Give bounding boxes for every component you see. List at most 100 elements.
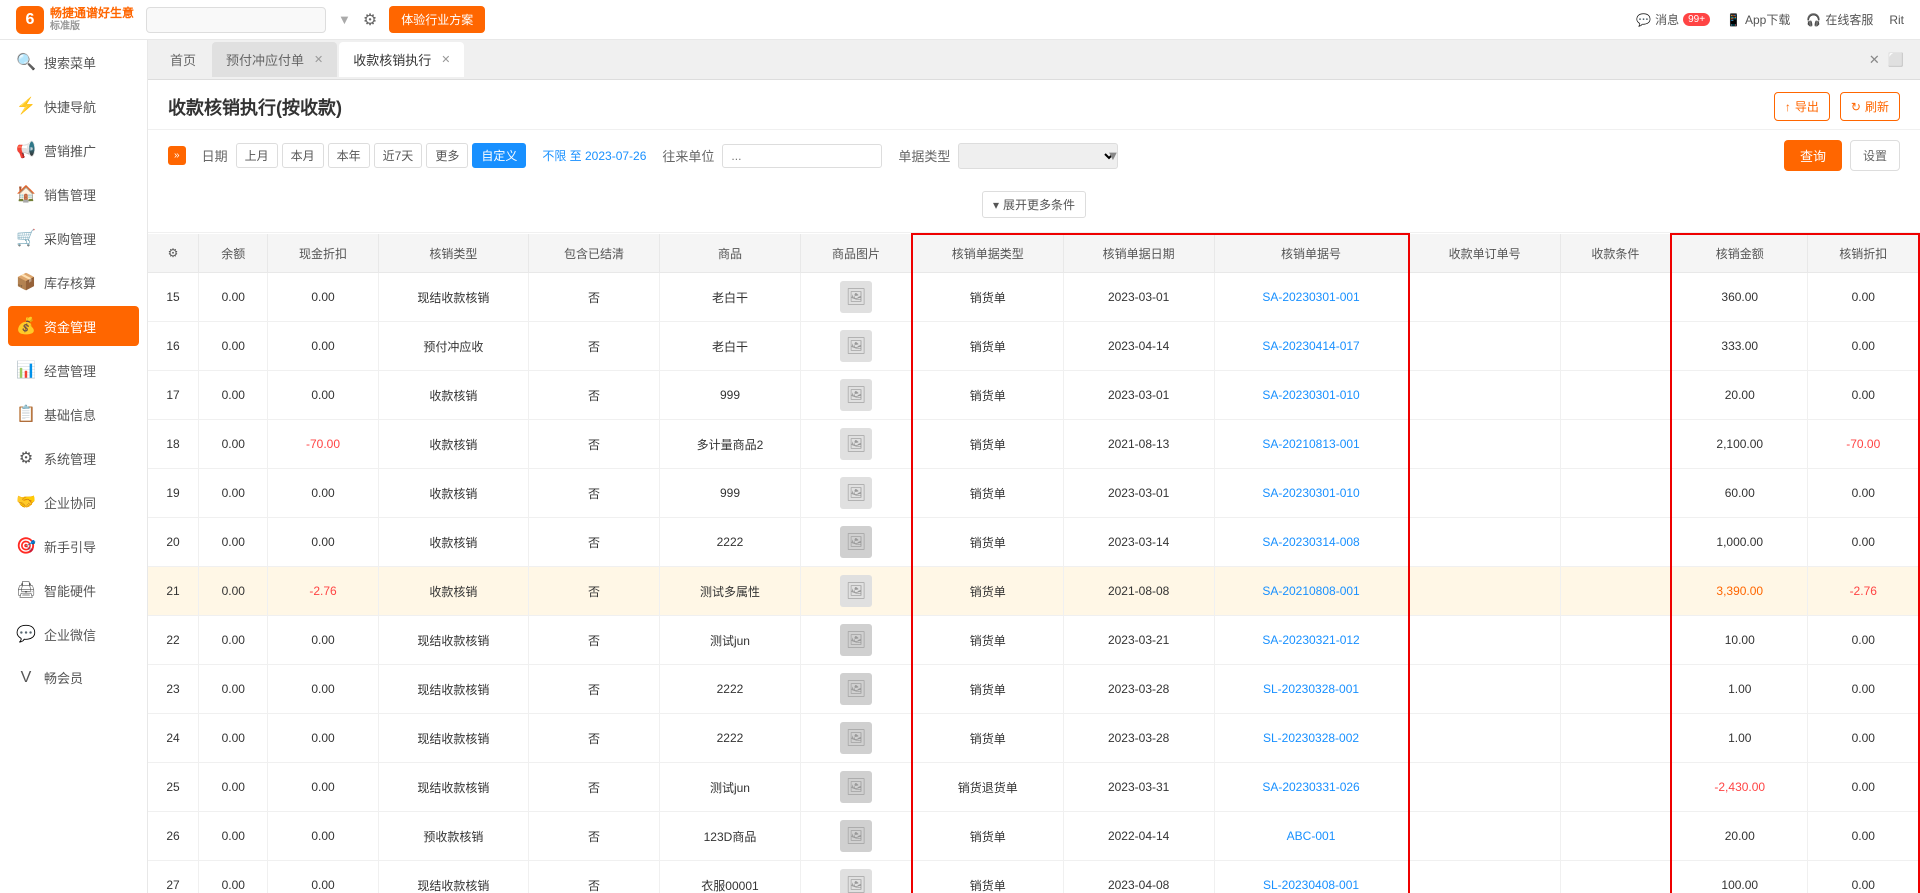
sidebar-item-智能硬件[interactable]: 🖨智能硬件	[0, 568, 147, 612]
cell-verify-discount: 0.00	[1808, 469, 1919, 518]
cell-doc-no[interactable]: ABC-001	[1214, 812, 1409, 861]
cell-product: 多计量商品2	[659, 420, 801, 469]
tab-verify[interactable]: 收款核销执行 ✕	[339, 42, 464, 77]
cell-cash-discount: 0.00	[268, 714, 378, 763]
cell-verify-amount: 100.00	[1671, 861, 1808, 893]
data-table-container[interactable]: ⚙ 余额 现金折扣 核销类型 包含已结清 商品 商品图片 核销单据类型 核销单据…	[148, 233, 1920, 893]
cell-doc-date: 2021-08-13	[1063, 420, 1214, 469]
col-doc-date: 核销单据日期	[1063, 234, 1214, 273]
cell-includes-settled: 否	[529, 371, 659, 420]
date-last-month-btn[interactable]: 上月	[236, 143, 278, 168]
cell-id: 22	[148, 616, 199, 665]
cell-balance: 0.00	[199, 763, 268, 812]
cell-verify-type: 收款核销	[378, 371, 529, 420]
cell-includes-settled: 否	[529, 665, 659, 714]
industry-plan-button[interactable]: 体验行业方案	[389, 6, 485, 33]
sidebar-item-系统管理[interactable]: ⚙系统管理	[0, 436, 147, 480]
cell-doc-no[interactable]: SA-20210808-001	[1214, 567, 1409, 616]
cell-doc-no[interactable]: SA-20230314-008	[1214, 518, 1409, 567]
expand-more-button[interactable]: ▾ 展开更多条件	[982, 191, 1086, 218]
expand-arrow-icon[interactable]: »	[168, 146, 186, 165]
col-verify-discount: 核销折扣	[1808, 234, 1919, 273]
cell-product: 测试jun	[659, 763, 801, 812]
tab-home[interactable]: 首页	[156, 42, 210, 77]
cell-doc-no[interactable]: SL-20230328-002	[1214, 714, 1409, 763]
tab-prepay[interactable]: 预付冲应付单 ✕	[212, 42, 337, 77]
sidebar-item-搜索菜单[interactable]: 🔍搜索菜单	[0, 40, 147, 84]
col-settings[interactable]: ⚙	[148, 234, 199, 273]
cell-includes-settled: 否	[529, 763, 659, 812]
cell-doc-date: 2021-08-08	[1063, 567, 1214, 616]
date-this-year-btn[interactable]: 本年	[328, 143, 370, 168]
product-image-placeholder: 🖼	[840, 281, 872, 313]
cell-doc-no[interactable]: SA-20230321-012	[1214, 616, 1409, 665]
table-row: 15 0.00 0.00 现结收款核销 否 老白干 🖼 销货单 2023-03-…	[148, 273, 1919, 322]
export-button[interactable]: ↑ 导出	[1774, 92, 1830, 121]
cell-id: 21	[148, 567, 199, 616]
sidebar-item-基础信息[interactable]: 📋基础信息	[0, 392, 147, 436]
messages-button[interactable]: 💬 消息 99+	[1636, 11, 1710, 28]
sidebar-item-企业协同[interactable]: 🤝企业协同	[0, 480, 147, 524]
close-prepay-tab-icon[interactable]: ✕	[314, 53, 323, 66]
sidebar-item-新手引导[interactable]: 🎯新手引导	[0, 524, 147, 568]
user-avatar[interactable]: Rit	[1889, 13, 1904, 27]
date-custom-btn[interactable]: 自定义	[472, 143, 526, 168]
cell-order-no	[1409, 371, 1561, 420]
doc-type-select[interactable]	[958, 143, 1118, 169]
app-name: 畅捷通谱好生意	[50, 6, 134, 20]
sidebar-item-库存核算[interactable]: 📦库存核算	[0, 260, 147, 304]
sidebar-item-采购管理[interactable]: 🛒采购管理	[0, 216, 147, 260]
cell-verify-type: 现结收款核销	[378, 714, 529, 763]
maximize-icon[interactable]: ⬜	[1888, 52, 1904, 68]
source-unit-input[interactable]	[722, 144, 882, 168]
search-input[interactable]	[146, 7, 326, 33]
query-button[interactable]: 查询	[1784, 140, 1842, 171]
cell-doc-no[interactable]: SA-20230331-026	[1214, 763, 1409, 812]
settings-button[interactable]: 设置	[1850, 140, 1900, 171]
settings-gear-icon[interactable]: ⚙	[363, 10, 377, 30]
sidebar-item-畅会员[interactable]: V畅会员	[0, 656, 147, 699]
cell-doc-no[interactable]: SL-20230328-001	[1214, 665, 1409, 714]
cell-doc-no[interactable]: SA-20230301-001	[1214, 273, 1409, 322]
cell-doc-no[interactable]: SA-20230301-010	[1214, 469, 1409, 518]
cell-id: 15	[148, 273, 199, 322]
sidebar-item-经营管理[interactable]: 📊经营管理	[0, 348, 147, 392]
cell-verify-discount: 0.00	[1808, 714, 1919, 763]
cell-doc-type: 销货单	[912, 273, 1064, 322]
sidebar-item-销售管理[interactable]: 🏠销售管理	[0, 172, 147, 216]
cell-balance: 0.00	[199, 714, 268, 763]
close-window-icon[interactable]: ✕	[1869, 52, 1880, 68]
cell-verify-amount: 333.00	[1671, 322, 1808, 371]
filter-action-buttons: 查询 设置	[1784, 140, 1900, 171]
close-verify-tab-icon[interactable]: ✕	[441, 53, 450, 66]
cell-verify-type: 现结收款核销	[378, 861, 529, 893]
cell-product: 2222	[659, 665, 801, 714]
cell-doc-no[interactable]: SA-20230414-017	[1214, 322, 1409, 371]
cell-cash-discount: -2.76	[268, 567, 378, 616]
source-unit-filter: 往来单位	[662, 144, 882, 168]
cell-payment-terms	[1560, 371, 1671, 420]
app-download-button[interactable]: 📱 App下载	[1726, 11, 1790, 28]
doc-type-filter: 单据类型 ▼	[898, 143, 1119, 169]
cell-payment-terms	[1560, 616, 1671, 665]
refresh-button[interactable]: ↻ 刷新	[1840, 92, 1900, 121]
table-row: 20 0.00 0.00 收款核销 否 2222 🖼 销货单 2023-03-1…	[148, 518, 1919, 567]
sidebar-item-快捷导航[interactable]: ⚡快捷导航	[0, 84, 147, 128]
date-this-month-btn[interactable]: 本月	[282, 143, 324, 168]
cell-doc-no[interactable]: SA-20210813-001	[1214, 420, 1409, 469]
cell-verify-amount: 20.00	[1671, 371, 1808, 420]
sidebar-item-营销推广[interactable]: 📢营销推广	[0, 128, 147, 172]
cell-includes-settled: 否	[529, 518, 659, 567]
cell-order-no	[1409, 420, 1561, 469]
sidebar-item-资金管理[interactable]: 💰资金管理	[8, 306, 139, 346]
cell-doc-date: 2023-03-31	[1063, 763, 1214, 812]
date-more-btn[interactable]: 更多	[426, 143, 468, 168]
cell-id: 16	[148, 322, 199, 371]
cell-doc-no[interactable]: SA-20230301-010	[1214, 371, 1409, 420]
online-service-button[interactable]: 🎧 在线客服	[1806, 11, 1873, 28]
cell-doc-date: 2023-04-14	[1063, 322, 1214, 371]
search-dropdown-icon[interactable]: ▼	[338, 12, 351, 27]
sidebar-item-企业微信[interactable]: 💬企业微信	[0, 612, 147, 656]
cell-doc-no[interactable]: SL-20230408-001	[1214, 861, 1409, 893]
date-last-7-days-btn[interactable]: 近7天	[374, 143, 423, 168]
